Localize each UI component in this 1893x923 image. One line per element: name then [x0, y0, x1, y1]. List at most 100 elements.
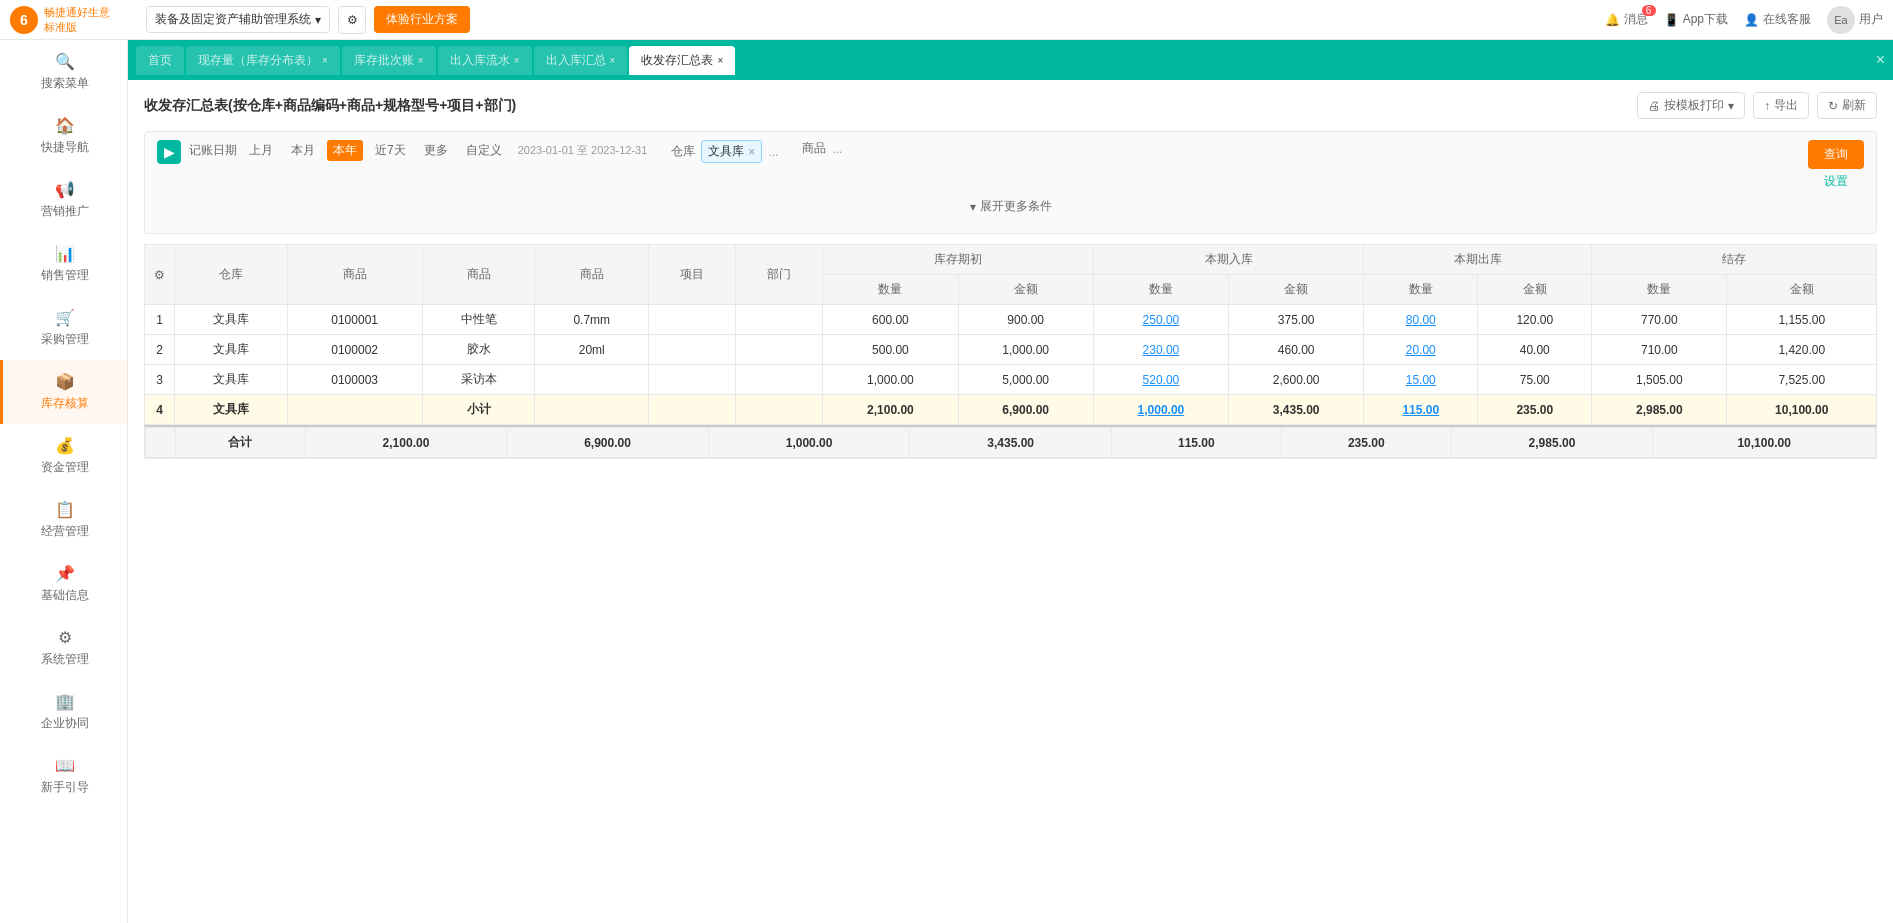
date-shortcut-7days[interactable]: 近7天: [369, 140, 412, 161]
table-row-warehouse: 文具库: [175, 305, 288, 335]
in-qty-link[interactable]: 520.00: [1143, 373, 1180, 387]
filter-row: ▶ 记账日期 上月 本月 本年 近7天 更多 自定义 2023-01-01 至 …: [157, 140, 1864, 190]
refresh-icon: ↻: [1828, 99, 1838, 113]
sidebar-item-system[interactable]: ⚙ 系统管理: [0, 616, 127, 680]
print-button[interactable]: 🖨 按模板打印 ▾: [1637, 92, 1745, 119]
table-row-spec: [535, 365, 649, 395]
warehouse-tag: 文具库 ×: [701, 140, 762, 163]
tab-close-stock-dist[interactable]: ×: [322, 55, 328, 66]
table-row-in-qty[interactable]: 250.00: [1093, 305, 1228, 335]
tab-bar-close-button[interactable]: ×: [1876, 51, 1885, 69]
sidebar-item-quick-nav[interactable]: 🏠 快捷导航: [0, 104, 127, 168]
system-selector[interactable]: 装备及固定资产辅助管理系统 ▾: [146, 6, 330, 33]
table-row-project: [649, 305, 736, 335]
footer-in-qty: 1,000.00: [708, 428, 910, 458]
col-in-qty-header: 数量: [1093, 275, 1228, 305]
sidebar-item-basic-info[interactable]: 📌 基础信息: [0, 552, 127, 616]
table-row-out-qty[interactable]: 20.00: [1364, 335, 1478, 365]
warehouse-label: 仓库: [671, 143, 695, 160]
col-closing-amt-header: 金额: [1727, 275, 1877, 305]
tab-close-inout-flow[interactable]: ×: [514, 55, 520, 66]
guide-icon: 📖: [55, 756, 75, 775]
app-download-link[interactable]: 📱 App下载: [1664, 11, 1728, 28]
expand-more-button[interactable]: ▾ 展开更多条件: [970, 198, 1052, 215]
tab-receive-summary[interactable]: 收发存汇总表 ×: [629, 46, 735, 75]
out-qty-link[interactable]: 80.00: [1406, 313, 1436, 327]
table-row-opening-amt: 6,900.00: [958, 395, 1093, 425]
table-row-project: [649, 335, 736, 365]
user-area[interactable]: Ea 用户: [1827, 6, 1883, 34]
warehouse-tag-remove[interactable]: ×: [748, 145, 755, 159]
table-row-name: 小计: [422, 395, 535, 425]
tab-batch-account[interactable]: 库存批次账 ×: [342, 46, 436, 75]
sidebar-item-guide[interactable]: 📖 新手引导: [0, 744, 127, 808]
out-qty-link[interactable]: 115.00: [1402, 403, 1439, 417]
table-row-out-amt: 40.00: [1478, 335, 1592, 365]
goods-filter-section: 商品 ...: [802, 140, 842, 157]
table-row-in-amt: 3,435.00: [1229, 395, 1364, 425]
sidebar-item-search[interactable]: 🔍 搜索菜单: [0, 40, 127, 104]
date-shortcut-this-month[interactable]: 本月: [285, 140, 321, 161]
date-shortcut-prev-month[interactable]: 上月: [243, 140, 279, 161]
in-qty-link[interactable]: 250.00: [1143, 313, 1180, 327]
printer-icon: 🖨: [1648, 99, 1660, 113]
filter-toggle-button[interactable]: ▶: [157, 140, 181, 164]
table-row-opening-amt: 1,000.00: [958, 335, 1093, 365]
table-row-name: 采访本: [422, 365, 535, 395]
table-row-in-qty[interactable]: 1,000.00: [1093, 395, 1228, 425]
trial-button[interactable]: 体验行业方案: [374, 6, 470, 33]
sidebar-item-inventory[interactable]: 📦 库存核算: [0, 360, 127, 424]
date-shortcut-more[interactable]: 更多: [418, 140, 454, 161]
in-qty-link[interactable]: 230.00: [1143, 343, 1180, 357]
col-settings-header[interactable]: ⚙: [145, 245, 175, 305]
table-row-out-qty[interactable]: 115.00: [1364, 395, 1478, 425]
col-in-header: 本期入库: [1093, 245, 1364, 275]
table-row-out-qty[interactable]: 80.00: [1364, 305, 1478, 335]
col-warehouse-header: 仓库: [175, 245, 288, 305]
sidebar-item-purchase[interactable]: 🛒 采购管理: [0, 296, 127, 360]
content-area: 首页 现存量（库存分布表） × 库存批次账 × 出入库流水 × 出入库汇总 × …: [128, 40, 1893, 923]
export-button[interactable]: ↑ 导出: [1753, 92, 1809, 119]
table-row-in-qty[interactable]: 520.00: [1093, 365, 1228, 395]
in-qty-link[interactable]: 1,000.00: [1138, 403, 1185, 417]
tab-close-inout-summary[interactable]: ×: [610, 55, 616, 66]
tab-home[interactable]: 首页: [136, 46, 184, 75]
tab-inout-summary[interactable]: 出入库汇总 ×: [534, 46, 628, 75]
table-row-in-amt: 2,600.00: [1229, 365, 1364, 395]
col-goods-name-header: 商品: [422, 245, 535, 305]
table-row-in-qty[interactable]: 230.00: [1093, 335, 1228, 365]
top-header: 6 畅捷通好生意 标准版 装备及固定资产辅助管理系统 ▾ ⚙ 体验行业方案 🔔 …: [0, 0, 1893, 40]
sidebar-item-operations[interactable]: 📋 经营管理: [0, 488, 127, 552]
out-qty-link[interactable]: 20.00: [1406, 343, 1436, 357]
tab-stock-dist[interactable]: 现存量（库存分布表） ×: [186, 46, 340, 75]
enterprise-icon: 🏢: [55, 692, 75, 711]
date-shortcut-custom[interactable]: 自定义: [460, 140, 508, 161]
tab-inout-flow[interactable]: 出入库流水 ×: [438, 46, 532, 75]
tab-close-batch-account[interactable]: ×: [418, 55, 424, 66]
logo-area: 6 畅捷通好生意 标准版: [10, 5, 138, 34]
goods-more-button[interactable]: ...: [832, 142, 842, 156]
settings-button[interactable]: ⚙: [338, 6, 366, 34]
table-row-num: 2: [145, 335, 175, 365]
sidebar-item-finance[interactable]: 💰 资金管理: [0, 424, 127, 488]
col-out-header: 本期出库: [1364, 245, 1592, 275]
out-qty-link[interactable]: 15.00: [1406, 373, 1436, 387]
sidebar-item-sales[interactable]: 📊 销售管理: [0, 232, 127, 296]
query-button[interactable]: 查询: [1808, 140, 1864, 169]
table-row-out-qty[interactable]: 15.00: [1364, 365, 1478, 395]
table-row-in-amt: 375.00: [1229, 305, 1364, 335]
table-row-closing-qty: 2,985.00: [1592, 395, 1727, 425]
date-range-display: 2023-01-01 至 2023-12-31: [518, 143, 648, 158]
col-opening-amt-header: 金额: [958, 275, 1093, 305]
warehouse-more-button[interactable]: ...: [768, 145, 778, 159]
refresh-button[interactable]: ↻ 刷新: [1817, 92, 1877, 119]
sidebar-item-enterprise[interactable]: 🏢 企业协同: [0, 680, 127, 744]
date-shortcut-this-year[interactable]: 本年: [327, 140, 363, 161]
settings-link[interactable]: 设置: [1808, 173, 1864, 190]
tab-close-receive-summary[interactable]: ×: [717, 55, 723, 66]
table-row-num: 4: [145, 395, 175, 425]
notification-bell[interactable]: 🔔 消息 6: [1605, 11, 1648, 28]
table-row-num: 3: [145, 365, 175, 395]
online-service-link[interactable]: 👤 在线客服: [1744, 11, 1811, 28]
sidebar-item-marketing[interactable]: 📢 营销推广: [0, 168, 127, 232]
